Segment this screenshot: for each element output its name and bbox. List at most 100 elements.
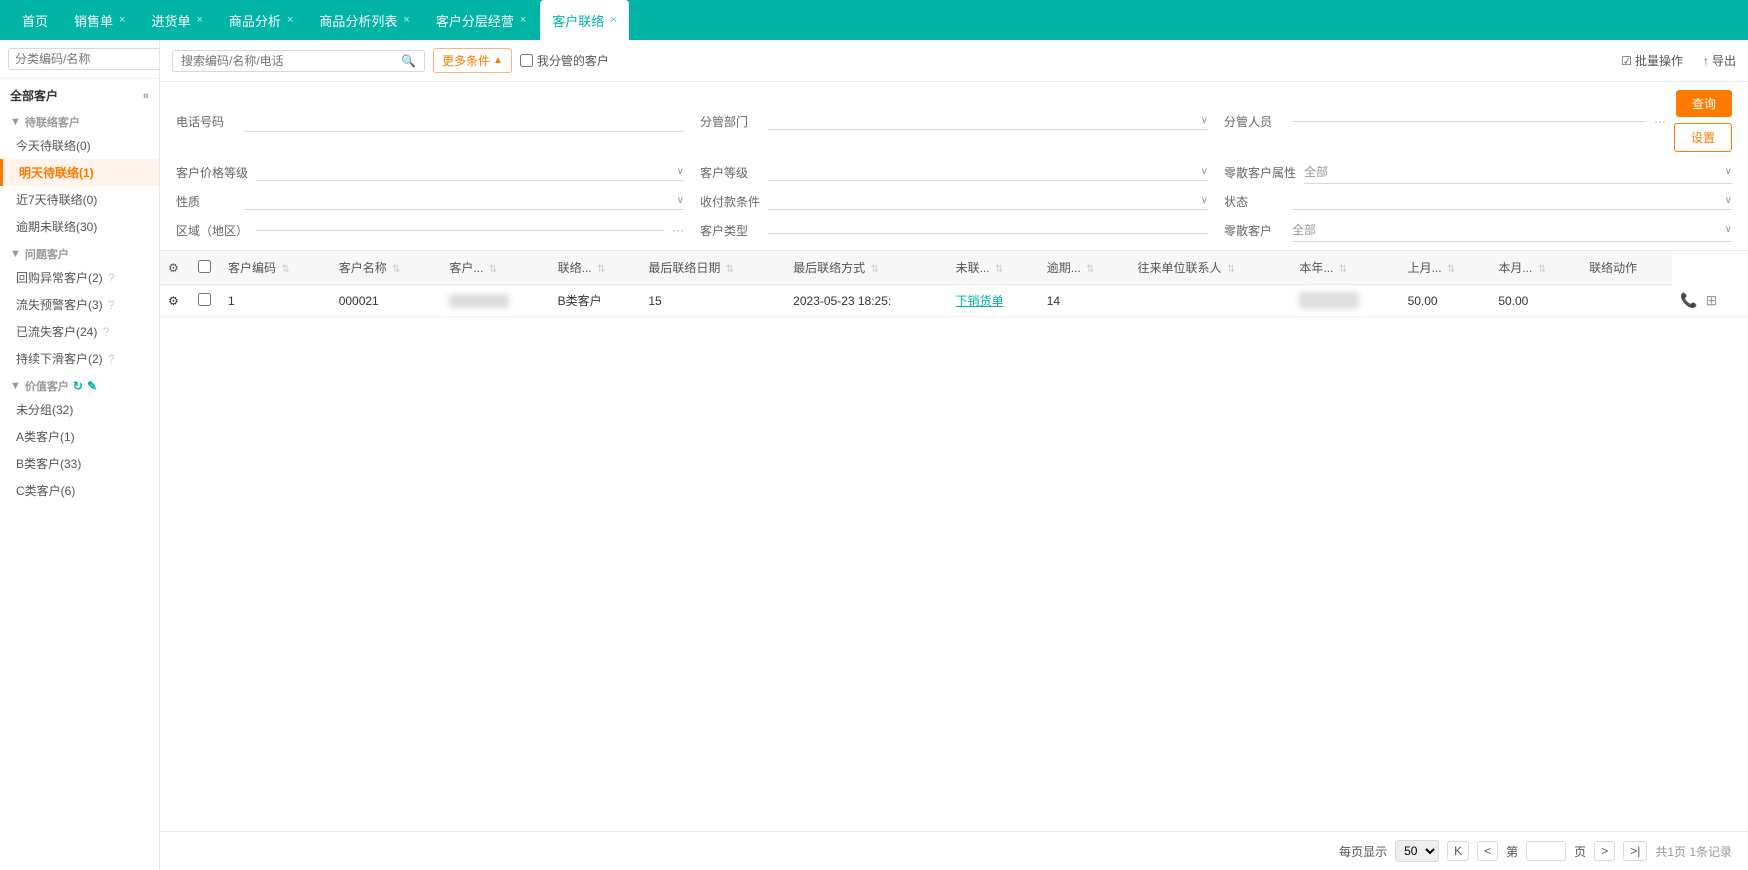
grade-arrow-icon: ∨ (1201, 166, 1208, 177)
gender-label: 性质 (176, 193, 236, 210)
th-gear: ⚙ (160, 251, 190, 285)
close-icon[interactable]: × (403, 14, 409, 26)
grid-action-icon[interactable]: ⊞ (1706, 292, 1718, 309)
sidebar-item-7days[interactable]: 近7天待联络(0) (0, 186, 159, 213)
sidebar-item-ungrouped[interactable]: 未分组(32) (0, 396, 159, 423)
my-customer-checkbox-wrap[interactable]: 我分管的客户 (520, 52, 609, 69)
sidebar-item-a-class[interactable]: A类客户(1) (0, 423, 159, 450)
last-method-link[interactable]: 下销货单 (956, 294, 1004, 308)
filter-row-retail-attr: 零散客户属性 全部 ∨ (1224, 160, 1732, 184)
sort-icon[interactable]: ⇅ (1339, 264, 1347, 275)
sort-icon[interactable]: ⇅ (995, 264, 1003, 275)
sort-icon[interactable]: ⇅ (281, 264, 289, 275)
filter-row-area: 区域（地区） ··· (176, 218, 684, 242)
sidebar: 🔍 全部客户 « ▼ 待联络客户 今天待联络(0) 明天待联络(1) 近7天待联… (0, 40, 160, 870)
sort-icon[interactable]: ⇅ (871, 264, 879, 275)
sort-icon[interactable]: ⇅ (726, 264, 734, 275)
phone-input[interactable] (244, 111, 684, 132)
last-page-button[interactable]: >| (1623, 841, 1647, 861)
nav-tab-analysis-list[interactable]: 商品分析列表 × (307, 0, 421, 40)
sidebar-item-lost[interactable]: 已流失客户(24) ? (0, 318, 159, 345)
total-label: 共1页 1条记录 (1655, 843, 1732, 860)
prev-page-button[interactable]: < (1477, 841, 1498, 861)
search-input[interactable] (181, 54, 401, 68)
customer-type-label: 客户类型 (700, 222, 760, 239)
phone-label: 电话号码 (176, 113, 236, 130)
gender-select[interactable]: ∨ (244, 192, 684, 210)
first-page-button[interactable]: K (1447, 841, 1469, 861)
pagination-footer: 每页显示 50 K < 第 1 页 > >| 共1页 1条记录 (160, 831, 1748, 870)
retail-attr-select[interactable]: 全部 ∨ (1304, 160, 1732, 184)
my-customer-checkbox[interactable] (520, 54, 533, 67)
customer-type-select[interactable] (768, 227, 1208, 234)
next-page-button[interactable]: > (1594, 841, 1615, 861)
sidebar-item-overdue[interactable]: 逾期未联络(30) (0, 213, 159, 240)
manager-ellipsis[interactable]: ··· (1654, 114, 1666, 128)
batch-op-button[interactable]: ☑ 批量操作 (1621, 52, 1683, 69)
sidebar-item-b-class[interactable]: B类客户(33) (0, 450, 159, 477)
sort-icon[interactable]: ⇅ (392, 264, 400, 275)
sidebar-item-today[interactable]: 今天待联络(0) (0, 132, 159, 159)
export-button[interactable]: ↑ 导出 (1703, 52, 1736, 69)
close-icon[interactable]: × (520, 14, 526, 26)
contact-person-blurred: 姓名 (1299, 292, 1359, 309)
search-icon[interactable]: 🔍 (401, 54, 416, 68)
my-customer-label: 我分管的客户 (537, 52, 609, 69)
export-icon: ↑ (1703, 54, 1709, 68)
help-icon[interactable]: ? (108, 271, 115, 285)
nav-tab-analysis[interactable]: 商品分析 × (217, 0, 305, 40)
sidebar-item-warning[interactable]: 流失预警客户(3) ? (0, 291, 159, 318)
select-all-checkbox[interactable] (198, 260, 211, 273)
nav-tab-customer-contact[interactable]: 客户联络 × (540, 0, 628, 40)
td-gear: ⚙ (160, 285, 190, 317)
page-unit-label: 页 (1574, 843, 1586, 860)
td-check (190, 285, 220, 317)
sort-icon[interactable]: ⇅ (1447, 264, 1455, 275)
sidebar-search-input[interactable] (8, 48, 160, 70)
grade-select[interactable]: ∨ (768, 163, 1208, 181)
sort-icon[interactable]: ⇅ (489, 264, 497, 275)
filter-row-retail-customer: 零散客户 全部 ∨ (1224, 218, 1732, 242)
page-input[interactable]: 1 (1526, 841, 1566, 861)
payment-arrow-icon: ∨ (1201, 195, 1208, 206)
th-name: 客户名称 ⇅ (331, 251, 442, 285)
query-button[interactable]: 查询 (1676, 90, 1732, 117)
close-icon[interactable]: × (287, 14, 293, 26)
edit-icon[interactable]: ✎ (87, 379, 97, 393)
nav-tab-purchase[interactable]: 进货单 × (139, 0, 214, 40)
nav-tab-sales[interactable]: 销售单 × (62, 0, 137, 40)
help-icon[interactable]: ? (108, 352, 115, 366)
row-checkbox[interactable] (198, 293, 211, 306)
close-icon[interactable]: × (610, 14, 616, 26)
help-icon[interactable]: ? (108, 298, 115, 312)
refresh-icon[interactable]: ↻ (73, 379, 83, 393)
sort-icon[interactable]: ⇅ (1538, 264, 1546, 275)
level-select[interactable]: ∨ (256, 163, 684, 181)
sort-icon[interactable]: ⇅ (1227, 264, 1235, 275)
nav-tab-customer-tier[interactable]: 客户分层经营 × (424, 0, 538, 40)
retail-customer-select[interactable]: 全部 ∨ (1292, 218, 1732, 242)
per-page-select[interactable]: 50 (1395, 840, 1439, 862)
collapse-icon[interactable]: « (143, 90, 149, 102)
set-button[interactable]: 设置 (1674, 123, 1732, 152)
table-row: ⚙ 1 000021 Ea B类客户 15 2023-05-23 18:25: … (160, 285, 1748, 317)
filter-row-customer-type: 客户类型 (700, 218, 1208, 242)
help-icon[interactable]: ? (103, 325, 110, 339)
nav-home[interactable]: 首页 (10, 0, 60, 40)
close-icon[interactable]: × (119, 14, 125, 26)
phone-action-icon[interactable]: 📞 (1680, 292, 1697, 309)
all-customers-header[interactable]: 全部客户 « (0, 79, 159, 108)
sidebar-item-declining[interactable]: 持续下滑客户(2) ? (0, 345, 159, 372)
sidebar-item-tomorrow[interactable]: 明天待联络(1) (0, 159, 159, 186)
more-filter-button[interactable]: 更多条件 ▲ (433, 48, 512, 73)
sidebar-item-abnormal[interactable]: 回购异常客户(2) ? (0, 264, 159, 291)
dept-select[interactable]: ∨ (768, 112, 1208, 130)
payment-select[interactable]: ∨ (768, 192, 1208, 210)
status-select[interactable]: ∨ (1292, 192, 1732, 210)
sort-icon[interactable]: ⇅ (1086, 264, 1094, 275)
sort-icon[interactable]: ⇅ (597, 264, 605, 275)
area-ellipsis[interactable]: ··· (672, 223, 684, 237)
th-this-month: 本月... ⇅ (1490, 251, 1581, 285)
close-icon[interactable]: × (196, 14, 202, 26)
sidebar-item-c-class[interactable]: C类客户(6) (0, 477, 159, 504)
